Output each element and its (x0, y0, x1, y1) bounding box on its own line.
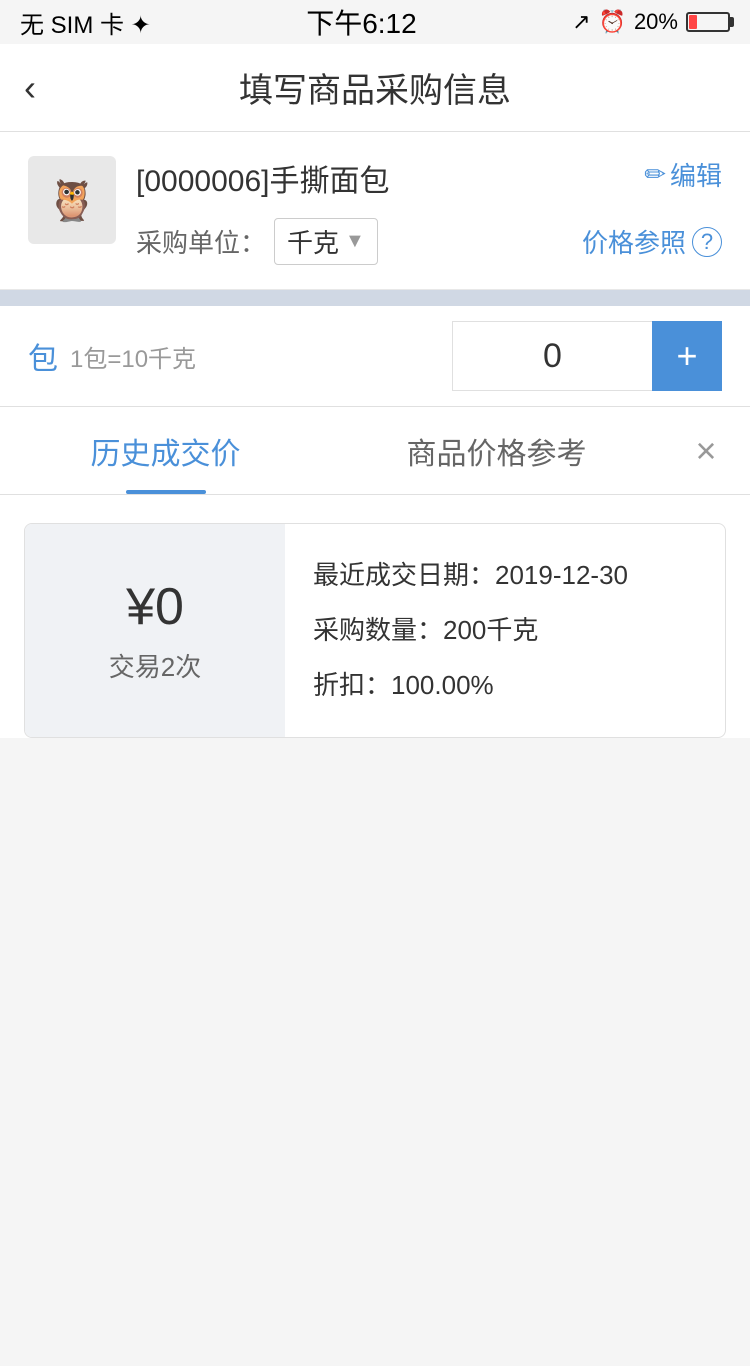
tabs-panel: 历史成交价 商品价格参考 × ¥0 交易2次 最近成交日期：2019-12-30… (0, 406, 750, 738)
product-info: [0000006]手撕面包 ✏ 编辑 采购单位： 千克 ▼ 价格参照 ? (136, 156, 722, 265)
location-icon: ↗ (572, 9, 590, 35)
quantity-increment-button[interactable]: + (652, 321, 722, 391)
product-thumbnail: 🦉 (28, 156, 116, 244)
tab-active-indicator (126, 490, 206, 494)
tabs-header: 历史成交价 商品价格参考 × (0, 407, 750, 495)
transaction-details: 最近成交日期：2019-12-30 采购数量：200千克 折扣：100.00% (285, 524, 725, 737)
quantity-unit-info: 包 1包=10千克 (28, 334, 196, 378)
unit-conversion-text: 1包=10千克 (70, 339, 196, 374)
edit-button[interactable]: ✏ 编辑 (644, 156, 722, 193)
battery-text: 20% (634, 9, 678, 35)
quantity-row: 包 1包=10千克 + (0, 306, 750, 406)
discount-row: 折扣：100.00% (313, 666, 697, 705)
edit-icon: ✏ (644, 159, 666, 190)
price-reference-button[interactable]: 价格参照 ? (582, 223, 722, 260)
alarm-icon: ⏰ (599, 9, 626, 35)
unit-box-label: 包 (28, 334, 58, 378)
back-button[interactable]: ‹ (24, 67, 36, 109)
recent-date-row: 最近成交日期：2019-12-30 (313, 556, 697, 595)
product-card: 🦉 [0000006]手撕面包 ✏ 编辑 采购单位： 千克 ▼ (0, 132, 750, 290)
quantity-control: + (452, 321, 722, 391)
transaction-card: ¥0 交易2次 最近成交日期：2019-12-30 采购数量：200千克 折扣：… (24, 523, 726, 738)
tab-price-reference[interactable]: 商品价格参考 (331, 407, 662, 494)
page-title: 填写商品采购信息 (239, 63, 511, 112)
unit-label: 采购单位： 千克 ▼ (136, 218, 378, 265)
purchase-qty-row: 采购数量：200千克 (313, 611, 697, 650)
section-divider (0, 290, 750, 306)
product-logo-icon: 🦉 (47, 177, 97, 224)
status-right: ↗ ⏰ 20% (572, 9, 730, 35)
tab-history-price[interactable]: 历史成交价 (0, 407, 331, 494)
unit-value: 千克 (287, 223, 339, 260)
content-area (0, 766, 750, 1366)
product-name: [0000006]手撕面包 (136, 156, 644, 200)
status-bar: 无 SIM 卡 ✦ 下午6:12 ↗ ⏰ 20% (0, 0, 750, 44)
dropdown-arrow-icon: ▼ (345, 230, 365, 253)
battery-icon (686, 12, 730, 32)
transaction-count: 交易2次 (109, 647, 201, 684)
help-icon: ? (692, 227, 722, 257)
quantity-input[interactable] (452, 321, 652, 391)
transaction-price: ¥0 (126, 577, 184, 637)
tab-close-button[interactable]: × (662, 407, 750, 495)
status-left: 无 SIM 卡 ✦ (20, 5, 151, 40)
unit-select[interactable]: 千克 ▼ (274, 218, 378, 265)
status-time: 下午6:12 (306, 2, 417, 42)
sim-status: 无 SIM 卡 ✦ (20, 5, 151, 40)
transaction-summary: ¥0 交易2次 (25, 524, 285, 737)
nav-bar: ‹ 填写商品采购信息 (0, 44, 750, 132)
